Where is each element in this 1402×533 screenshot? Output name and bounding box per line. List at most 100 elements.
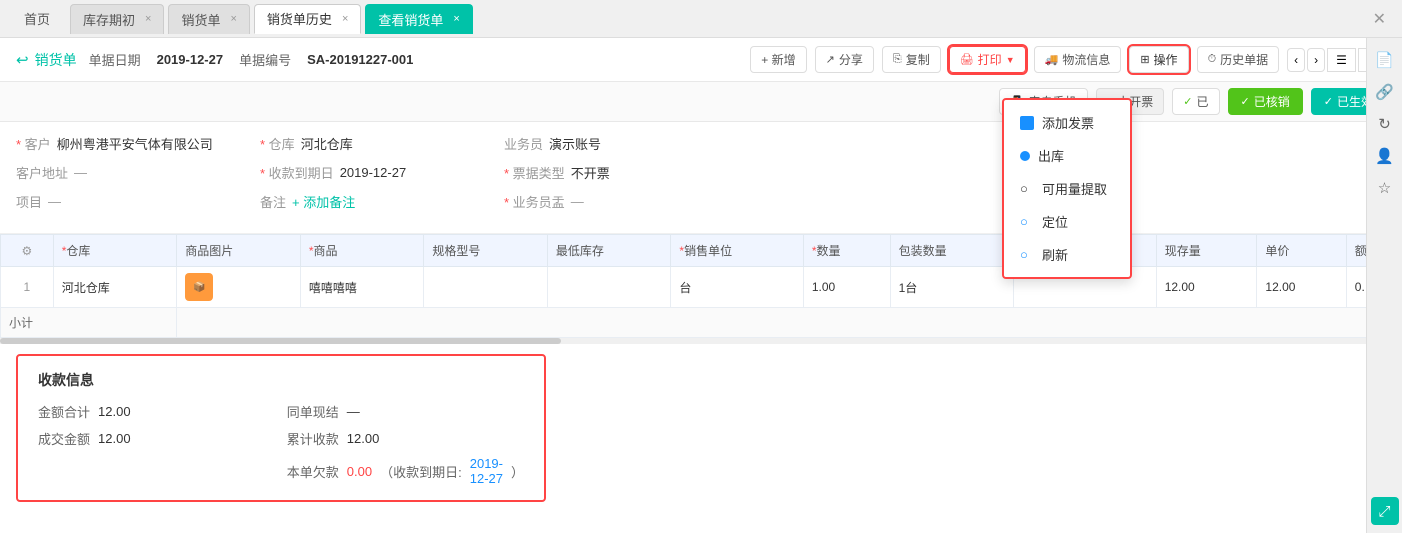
payment-settlement-row: 同单现结 — (287, 402, 524, 421)
menu-refresh-label: 刷新 (1042, 245, 1068, 264)
payment-due-label: 收款到期日 (260, 163, 334, 182)
add-remark-button[interactable]: + 添加备注 (292, 192, 355, 211)
print-button[interactable]: 🖨 打印 ▼ (949, 46, 1026, 73)
scrollbar-thumb[interactable] (0, 338, 561, 344)
operation-button[interactable]: ⊞ 操作 (1129, 46, 1188, 73)
payment-due-date: 2019-12-27 (470, 456, 503, 486)
employee-value: 演示账号 (549, 134, 601, 153)
menu-item-available-qty[interactable]: ○ 可用量提取 (1004, 172, 1130, 205)
warehouse-field: 仓库 河北仓库 (260, 134, 480, 153)
window-close-icon[interactable]: ✕ (1365, 9, 1394, 29)
menu-item-locate[interactable]: ○ 定位 (1004, 205, 1130, 238)
share-button[interactable]: ↗ 分享 (815, 46, 874, 73)
tab-inventory[interactable]: 库存期初 × (70, 4, 164, 34)
row-unit-price: 12.00 (1257, 267, 1346, 308)
row-image: 📦 (177, 267, 301, 308)
row-min-stock (547, 267, 671, 308)
history-button[interactable]: ⏱ 历史单据 (1197, 46, 1280, 73)
sidebar-expand-icon[interactable]: ⤢ (1371, 497, 1399, 525)
form-row-3: 项目 — 备注 + 添加备注 业务员盂 — (16, 192, 1386, 211)
prev-button[interactable]: ‹ (1287, 48, 1305, 72)
tab-sales-close[interactable]: × (230, 13, 236, 25)
payment-due-note-end: ） (511, 462, 524, 481)
project-label: 项目 (16, 192, 42, 211)
doc-header: ↩ 销货单 单据日期 2019-12-27 单据编号 SA-20191227-0… (0, 38, 1402, 82)
row-unit: 台 (671, 267, 803, 308)
effective-icon: ✓ (1324, 95, 1333, 108)
cancel-icon: ✓ (1241, 95, 1250, 108)
tab-sales-history-close[interactable]: × (342, 13, 348, 25)
salesman-value: — (571, 194, 584, 209)
add-invoice-icon (1020, 116, 1034, 130)
col-unit: *销售单位 (671, 235, 803, 267)
sidebar-star-icon[interactable]: ☆ (1371, 174, 1399, 202)
menu-item-outbound[interactable]: 出库 (1004, 139, 1130, 172)
tab-sales-history-label: 销货单历史 (267, 9, 332, 28)
verify-label: 已 (1197, 93, 1209, 110)
col-product: *商品 (300, 235, 424, 267)
payment-cumulative-label: 累计收款 (287, 429, 339, 448)
history-icon: ⏱ (1208, 53, 1217, 66)
col-pack-qty: 包装数量 (890, 235, 1014, 267)
subtotal-data (177, 308, 1402, 338)
payment-total-label: 金额合计 (38, 402, 90, 421)
product-image: 📦 (185, 273, 213, 301)
doc-actions: + 新增 ↗ 分享 ⎘ 复制 🖨 打印 ▼ 🚚 物流信息 ⊞ 操作 (750, 46, 1386, 73)
doc-meta: 单据日期 2019-12-27 单据编号 SA-20191227-001 (89, 50, 414, 69)
tab-inventory-close[interactable]: × (145, 13, 151, 25)
table-scrollbar[interactable] (0, 338, 1402, 344)
employee-label: 业务员 (504, 134, 543, 153)
doc-title: ↩ 销货单 (16, 50, 77, 70)
payment-total-row: 金额合计 12.00 (38, 402, 263, 421)
history-label: 历史单据 (1220, 51, 1268, 68)
project-value: — (48, 194, 61, 209)
subtotal-label: 小计 (1, 308, 177, 338)
tab-sales-history[interactable]: 销货单历史 × (254, 4, 361, 34)
doc-type-label: 销货单 (35, 50, 77, 70)
print-label: 打印 (978, 51, 1002, 68)
customer-field: 客户 柳州粤港平安气体有限公司 (16, 134, 236, 153)
sidebar-refresh-icon[interactable]: ↻ (1371, 110, 1399, 138)
verify-button[interactable]: ✓ 已 (1172, 88, 1219, 115)
col-unit-price: 单价 (1257, 235, 1346, 267)
menu-item-add-invoice[interactable]: 添加发票 (1004, 106, 1130, 139)
cancel-label: 已核销 (1254, 93, 1290, 110)
tab-home[interactable]: 首页 (8, 9, 66, 28)
outbound-icon (1020, 151, 1030, 161)
sidebar-doc-icon[interactable]: 📄 (1371, 46, 1399, 74)
project-field: 项目 — (16, 192, 236, 211)
tab-sales-label: 销货单 (181, 10, 220, 29)
logistics-button[interactable]: 🚚 物流信息 (1034, 46, 1122, 73)
tab-inventory-label: 库存期初 (83, 10, 135, 29)
doc-type-icon: ↩ (16, 51, 29, 69)
next-button[interactable]: › (1307, 48, 1325, 72)
cancel-button[interactable]: ✓ 已核销 (1228, 88, 1303, 115)
sidebar-link-icon[interactable]: 🔗 (1371, 78, 1399, 106)
col-settings[interactable]: ⚙ (1, 235, 54, 267)
add-button[interactable]: + 新增 (750, 46, 806, 73)
list-view-button[interactable]: ☰ (1327, 48, 1356, 72)
payment-transaction-row: 成交金额 12.00 (38, 429, 263, 448)
form-row-1: 客户 柳州粤港平安气体有限公司 仓库 河北仓库 业务员 演示账号 (16, 134, 1386, 153)
address-value: — (74, 165, 87, 180)
row-spec (424, 267, 548, 308)
copy-button[interactable]: ⎘ 复制 (882, 46, 941, 73)
refresh-icon: ○ (1020, 247, 1034, 262)
tab-sales[interactable]: 销货单 × (168, 4, 249, 34)
tab-view-sales-close[interactable]: × (453, 13, 459, 25)
menu-item-refresh[interactable]: ○ 刷新 (1004, 238, 1130, 271)
verify-icon: ✓ (1183, 95, 1192, 108)
subtotal-row: 小计 (1, 308, 1402, 338)
row-quantity: 1.00 (803, 267, 890, 308)
employee-field: 业务员 演示账号 (504, 134, 724, 153)
address-field: 客户地址 — (16, 163, 236, 182)
col-quantity: *数量 (803, 235, 890, 267)
payment-due-label: 本单欠款 (287, 462, 339, 481)
col-min-stock: 最低库存 (547, 235, 671, 267)
payment-total-value: 12.00 (98, 404, 131, 419)
menu-add-invoice-label: 添加发票 (1042, 113, 1094, 132)
sidebar-user-icon[interactable]: 👤 (1371, 142, 1399, 170)
tab-view-sales[interactable]: 查看销货单 × (365, 4, 472, 34)
action-bar: 📱 来自手机 ○ 未开票 ✓ 已 ✓ 已核销 ✓ 已生效 (0, 82, 1402, 122)
main-content: ↩ 销货单 单据日期 2019-12-27 单据编号 SA-20191227-0… (0, 38, 1402, 533)
